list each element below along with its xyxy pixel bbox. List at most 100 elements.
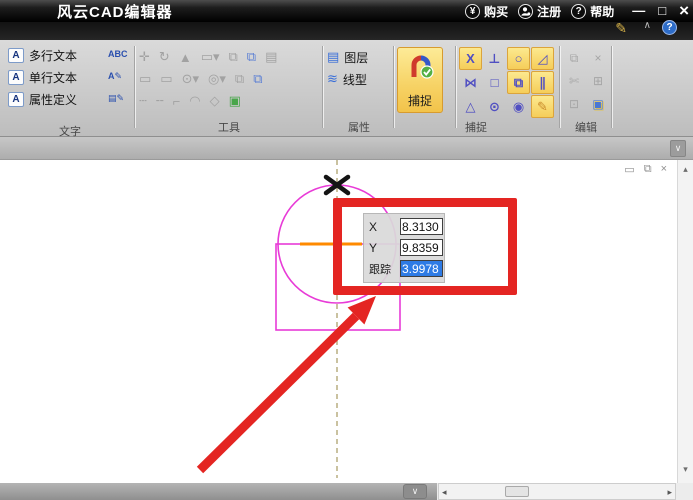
- app-title: 风云CAD编辑器: [57, 1, 173, 22]
- mdi-window-controls: ▭ ⧉ ×: [624, 163, 667, 176]
- group-separator: [455, 46, 456, 128]
- attribute-define-icon: A: [8, 92, 24, 107]
- snap-midpoint[interactable]: △: [459, 95, 482, 118]
- ribbon-group-tools: ✛ ↻ ▲ ▭▾ ⧉ ⧉ ▤ ▭ ▭ ⊙▾ ◎▾ ⧉ ⧉ ┄ ╌ ⌐ ◠: [139, 46, 319, 112]
- spell-check-icon[interactable]: ABC: [108, 47, 128, 61]
- corner-tool-icon[interactable]: ⌐: [173, 94, 181, 109]
- snap-from[interactable]: ✎: [531, 95, 554, 118]
- layers-icon: ▤: [327, 49, 339, 65]
- scroll-up-arrow[interactable]: ▴: [678, 164, 693, 175]
- drawing-canvas[interactable]: X Y 跟踪 ▭ ⧉ × ▴ ▾: [0, 160, 693, 483]
- singleline-text-icon: A: [8, 70, 24, 85]
- ribbon-group-snap: X ⊥ ○ ◿ ⋈ □ ⧉ ∥ △ ⊙ ◉ ✎ 捕捉: [459, 47, 556, 118]
- scroll-left-arrow[interactable]: ◂: [442, 487, 447, 498]
- multiline-text-label: 多行文本: [29, 47, 77, 64]
- copy-icon[interactable]: ⧉: [229, 49, 238, 65]
- table-tool-icon[interactable]: ▣: [229, 93, 241, 109]
- paste-special-button[interactable]: ⊡: [564, 93, 584, 115]
- mdi-minimize-icon[interactable]: ▭: [624, 163, 634, 176]
- erase-tool-icon[interactable]: ◎▾: [208, 71, 226, 87]
- arc-tool-icon[interactable]: ◠: [189, 93, 200, 109]
- command-bar-collapsed: ∨: [0, 483, 437, 500]
- snap-parallel[interactable]: ∥: [531, 71, 554, 94]
- text-minor-buttons: ABC A✎ ▤✎: [108, 47, 128, 105]
- help-label: 帮助: [590, 3, 614, 20]
- paste-button[interactable]: ⊞: [588, 70, 608, 92]
- collapse-ribbon-icon[interactable]: ∧: [644, 20, 651, 31]
- snap-nearest[interactable]: ◉: [507, 95, 530, 118]
- expand-command-bar-button[interactable]: ∨: [403, 484, 427, 499]
- collapse-panel-button[interactable]: ∨: [670, 140, 686, 157]
- horizontal-scroll-thumb[interactable]: [505, 486, 529, 497]
- pencil-edit-icon[interactable]: ✎: [615, 20, 627, 37]
- help-button[interactable]: ? 帮助: [571, 3, 614, 20]
- new-file-icon[interactable]: ▭: [139, 71, 151, 87]
- register-label: 注册: [537, 3, 561, 20]
- ribbon-group-text: A 多行文本 A 单行文本 A 属性定义 ABC A✎ ▤✎ 文字: [8, 44, 132, 136]
- highlight-rectangle-annotation: [333, 198, 517, 295]
- block-tool-icon[interactable]: ⧉: [253, 71, 262, 87]
- layer-button[interactable]: ▤ 图层: [327, 46, 391, 68]
- mdi-close-icon[interactable]: ×: [661, 163, 667, 176]
- hatch-tool-icon[interactable]: ◇: [210, 93, 220, 109]
- copy-object-icon[interactable]: ⧉: [235, 71, 244, 87]
- ribbon: A 多行文本 A 单行文本 A 属性定义 ABC A✎ ▤✎ 文字 ✛ ↻: [0, 40, 693, 137]
- vertical-scrollbar[interactable]: ▴ ▾: [677, 160, 693, 483]
- scroll-right-arrow[interactable]: ▸: [667, 487, 672, 498]
- text-style-icon[interactable]: A✎: [108, 69, 128, 83]
- cut-button[interactable]: ✄: [564, 70, 584, 92]
- zoom-tool-icon[interactable]: ⊙▾: [182, 71, 199, 87]
- copy-button[interactable]: ⧉: [564, 47, 584, 69]
- maximize-button[interactable]: □: [658, 0, 666, 22]
- rectangle-tool-icon[interactable]: ▭▾: [201, 49, 220, 65]
- rotate-icon[interactable]: ↻: [159, 49, 170, 65]
- multiline-text-icon: A: [8, 48, 24, 63]
- keyboard-icon[interactable]: ▤: [265, 49, 277, 65]
- close-button[interactable]: ×: [679, 0, 689, 22]
- edit-text-icon[interactable]: ▤✎: [108, 91, 128, 105]
- register-button[interactable]: 注册: [518, 3, 561, 20]
- snap-button-label: 捕捉: [408, 92, 432, 109]
- magnet-icon: [407, 53, 435, 79]
- snap-center[interactable]: ○: [507, 47, 530, 70]
- quick-access-strip: ✎ ∧ ?: [0, 22, 693, 40]
- move-icon[interactable]: ✛: [139, 49, 150, 65]
- buy-button[interactable]: ¥ 购买: [465, 3, 508, 20]
- snap-node[interactable]: □: [483, 71, 506, 94]
- mirror-icon[interactable]: ▲: [179, 50, 192, 65]
- horizontal-scrollbar[interactable]: ◂ ▸: [438, 483, 676, 500]
- properties-group-label: 属性: [327, 119, 391, 135]
- line-tool-icon[interactable]: ╌: [156, 93, 164, 109]
- snap-insertion[interactable]: ⧉: [507, 71, 530, 94]
- singleline-text-label: 单行文本: [29, 69, 77, 86]
- title-bar-actions: ¥ 购买 注册 ? 帮助 — □ ×: [465, 0, 689, 22]
- ribbon-group-edit: ⧉ × ✄ ⊞ ⊡ ▣ 编辑: [564, 47, 608, 115]
- help-circle-icon[interactable]: ?: [662, 20, 677, 35]
- buy-label: 购买: [484, 3, 508, 20]
- cad-editor-window: 风云CAD编辑器 ¥ 购买 注册 ? 帮助 — □ ×: [0, 0, 693, 500]
- minimize-button[interactable]: —: [632, 0, 645, 22]
- group-separator: [393, 46, 394, 128]
- match-properties-icon[interactable]: ⧉: [247, 49, 256, 65]
- open-file-icon[interactable]: ▭: [160, 71, 172, 87]
- snap-intersection[interactable]: X: [459, 47, 482, 70]
- linetype-button[interactable]: ≋ 线型: [327, 68, 391, 90]
- scroll-down-arrow[interactable]: ▾: [678, 464, 693, 475]
- linetype-sample-icon[interactable]: ┄: [139, 93, 147, 109]
- edit-group-label: 编辑: [564, 119, 608, 135]
- insert-object-button[interactable]: ▣: [588, 93, 608, 115]
- snap-extension[interactable]: ⋈: [459, 71, 482, 94]
- group-separator: [611, 46, 612, 128]
- snap-perpendicular[interactable]: ⊥: [483, 47, 506, 70]
- yen-icon: ¥: [465, 4, 480, 19]
- snap-quadrant[interactable]: ⊙: [483, 95, 506, 118]
- mdi-restore-icon[interactable]: ⧉: [644, 163, 652, 176]
- snap-toggle-button[interactable]: 捕捉: [397, 47, 443, 113]
- attribute-define-label: 属性定义: [29, 91, 77, 108]
- group-separator: [134, 46, 135, 128]
- snap-group-label: 捕捉: [459, 119, 556, 135]
- snap-tangent[interactable]: ◿: [531, 47, 554, 70]
- delete-button[interactable]: ×: [588, 47, 608, 69]
- group-separator: [322, 46, 323, 128]
- linetype-label: 线型: [343, 71, 367, 88]
